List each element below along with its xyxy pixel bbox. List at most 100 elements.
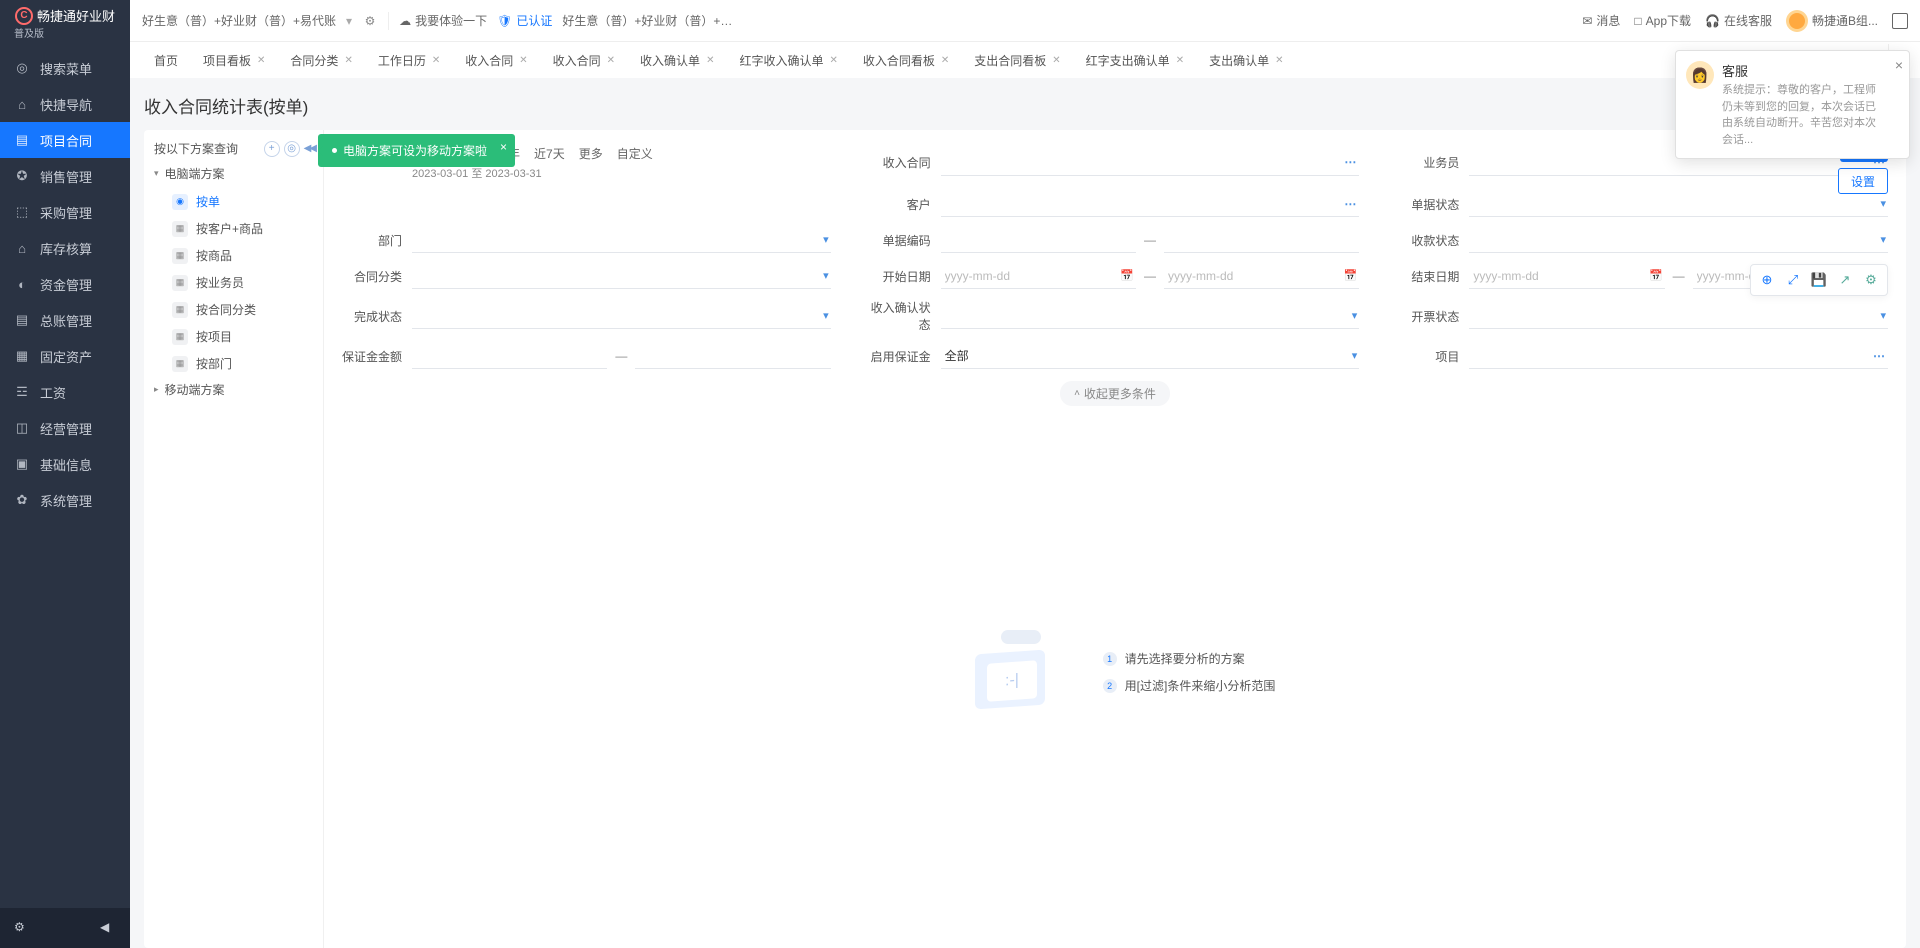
margin-amount-to-input[interactable] xyxy=(635,343,830,369)
tab-close-icon[interactable]: ✕ xyxy=(941,55,949,66)
sidebar-item[interactable]: ☲工资 xyxy=(0,374,130,410)
picker-icon[interactable]: ⋯ xyxy=(1344,197,1357,211)
margin-enabled-select[interactable]: 全部▾ xyxy=(941,343,1360,369)
tab-close-icon[interactable]: ✕ xyxy=(1275,55,1283,66)
chevron-down-icon[interactable]: ▾ xyxy=(823,309,829,322)
sidebar-item[interactable]: ⌂快捷导航 xyxy=(0,86,130,122)
scheme-leaf[interactable]: ◉按单 xyxy=(154,188,315,215)
sidebar-item[interactable]: ▤总账管理 xyxy=(0,302,130,338)
margin-amount-from-input[interactable] xyxy=(412,343,607,369)
tab[interactable]: 收入合同✕ xyxy=(541,42,628,78)
online-service-link[interactable]: 🎧在线客服 xyxy=(1705,12,1772,29)
sidebar-item[interactable]: ▦固定资产 xyxy=(0,338,130,374)
gear-icon[interactable]: ⚙ xyxy=(362,14,378,28)
picker-icon[interactable]: ⋯ xyxy=(1344,155,1357,169)
tab[interactable]: 支出合同看板✕ xyxy=(962,42,1073,78)
settings-button[interactable]: 设置 xyxy=(1838,168,1888,194)
tool-expand-icon[interactable]: ⤢ xyxy=(1781,269,1805,291)
bill-code-from-input[interactable] xyxy=(941,227,1136,253)
sidebar-item[interactable]: ◐资金管理 xyxy=(0,266,130,302)
tab[interactable]: 收入合同看板✕ xyxy=(851,42,962,78)
tool-export-icon[interactable]: ↗ xyxy=(1833,269,1857,291)
tab-close-icon[interactable]: ✕ xyxy=(829,55,837,66)
chevron-down-icon[interactable]: ▾ xyxy=(1880,197,1886,210)
collapse-sidebar-icon[interactable]: ◀ xyxy=(100,920,116,936)
date-preset[interactable]: 近7天 xyxy=(530,144,569,163)
verified-chip[interactable]: 🛡已认证 xyxy=(497,12,552,29)
app-download-link[interactable]: □App下载 xyxy=(1634,12,1691,29)
end-date-from-input[interactable]: 📅 xyxy=(1469,263,1664,289)
project-input[interactable]: ⋯ xyxy=(1469,343,1888,369)
chevron-down-icon[interactable]: ▾ xyxy=(1352,309,1358,322)
chevron-down-icon[interactable]: ▾ xyxy=(1352,349,1358,362)
scheme-target-button[interactable]: ◎ xyxy=(284,141,300,157)
chevron-down-icon[interactable]: ▾ xyxy=(1880,233,1886,246)
experience-chip[interactable]: ☁我要体验一下 xyxy=(399,12,487,29)
tab[interactable]: 首页 xyxy=(142,42,191,78)
calendar-icon[interactable]: 📅 xyxy=(1649,269,1663,282)
fullscreen-icon[interactable] xyxy=(1892,13,1908,29)
tab-close-icon[interactable]: ✕ xyxy=(344,55,352,66)
invoice-status-select[interactable]: ▾ xyxy=(1469,303,1888,329)
tab-close-icon[interactable]: ✕ xyxy=(432,55,440,66)
product-crumb-secondary[interactable]: 好生意（普）+好业财（普）+… xyxy=(562,12,732,29)
scheme-group[interactable]: ▾电脑端方案 xyxy=(154,165,315,182)
collapse-more-button[interactable]: ˄ 收起更多条件 xyxy=(1060,381,1170,406)
tab[interactable]: 项目看板✕ xyxy=(191,42,278,78)
chevron-down-icon[interactable]: ▾ xyxy=(823,269,829,282)
tip-close-icon[interactable]: × xyxy=(500,140,507,154)
contract-class-select[interactable]: ▾ xyxy=(412,263,831,289)
chevron-down-icon[interactable]: ▾ xyxy=(823,233,829,246)
tab[interactable]: 红字支出确认单✕ xyxy=(1074,42,1197,78)
income-confirm-status-select[interactable]: ▾ xyxy=(941,303,1360,329)
tab[interactable]: 工作日历✕ xyxy=(366,42,453,78)
start-date-from-input[interactable]: 📅 xyxy=(941,263,1136,289)
income-contract-input[interactable]: ⋯ xyxy=(941,150,1360,176)
tab[interactable]: 支出确认单✕ xyxy=(1197,42,1296,78)
messages-link[interactable]: ✉消息 xyxy=(1582,12,1620,29)
tab[interactable]: 合同分类✕ xyxy=(278,42,365,78)
scheme-leaf[interactable]: ▦按项目 xyxy=(154,323,315,350)
user-menu[interactable]: 畅捷通B组... xyxy=(1786,10,1878,32)
scheme-leaf[interactable]: ▦按部门 xyxy=(154,350,315,377)
cs-popup-close-icon[interactable]: × xyxy=(1895,57,1903,73)
sidebar-item[interactable]: ◎搜索菜单 xyxy=(0,50,130,86)
calendar-icon[interactable]: 📅 xyxy=(1120,269,1134,282)
scheme-leaf[interactable]: ▦按业务员 xyxy=(154,269,315,296)
tab-close-icon[interactable]: ✕ xyxy=(1052,55,1060,66)
bill-status-select[interactable]: ▾ xyxy=(1469,191,1888,217)
sidebar-item[interactable]: ⌂库存核算 xyxy=(0,230,130,266)
tab[interactable]: 收入合同✕ xyxy=(453,42,540,78)
tool-save-icon[interactable]: 💾 xyxy=(1807,269,1831,291)
add-scheme-button[interactable]: + xyxy=(264,141,280,157)
bill-code-to-input[interactable] xyxy=(1164,227,1359,253)
sidebar-item[interactable]: ▣基础信息 xyxy=(0,446,130,482)
sidebar-item[interactable]: ✪销售管理 xyxy=(0,158,130,194)
start-date-to-input[interactable]: 📅 xyxy=(1164,263,1359,289)
sidebar-item[interactable]: ▤项目合同 xyxy=(0,122,130,158)
tab-close-icon[interactable]: ✕ xyxy=(519,55,527,66)
scheme-leaf[interactable]: ▦按客户+商品 xyxy=(154,215,315,242)
tool-settings-icon[interactable]: ⚙ xyxy=(1859,269,1883,291)
tab-close-icon[interactable]: ✕ xyxy=(257,55,265,66)
sidebar-item[interactable]: ✿系统管理 xyxy=(0,482,130,518)
receipt-status-select[interactable]: ▾ xyxy=(1469,227,1888,253)
sidebar-item[interactable]: ◫经营管理 xyxy=(0,410,130,446)
tab-close-icon[interactable]: ✕ xyxy=(706,55,714,66)
department-select[interactable]: ▾ xyxy=(412,227,831,253)
chevron-down-icon[interactable]: ▾ xyxy=(346,14,352,28)
date-preset[interactable]: 自定义 xyxy=(613,144,657,163)
scheme-leaf[interactable]: ▦按合同分类 xyxy=(154,296,315,323)
customer-input[interactable]: ⋯ xyxy=(941,191,1360,217)
scheme-leaf[interactable]: ▦按商品 xyxy=(154,242,315,269)
complete-status-select[interactable]: ▾ xyxy=(412,303,831,329)
picker-icon[interactable]: ⋯ xyxy=(1873,349,1886,363)
product-crumb[interactable]: 好生意（普）+好业财（普）+易代账 xyxy=(142,12,336,29)
tab-close-icon[interactable]: ✕ xyxy=(607,55,615,66)
sidebar-item[interactable]: ⬚采购管理 xyxy=(0,194,130,230)
calendar-icon[interactable]: 📅 xyxy=(1344,269,1358,282)
tool-zoom-icon[interactable]: ⊕ xyxy=(1755,269,1779,291)
chevron-down-icon[interactable]: ▾ xyxy=(1880,309,1886,322)
scheme-group[interactable]: ▸移动端方案 xyxy=(154,381,315,398)
tab[interactable]: 红字收入确认单✕ xyxy=(727,42,850,78)
